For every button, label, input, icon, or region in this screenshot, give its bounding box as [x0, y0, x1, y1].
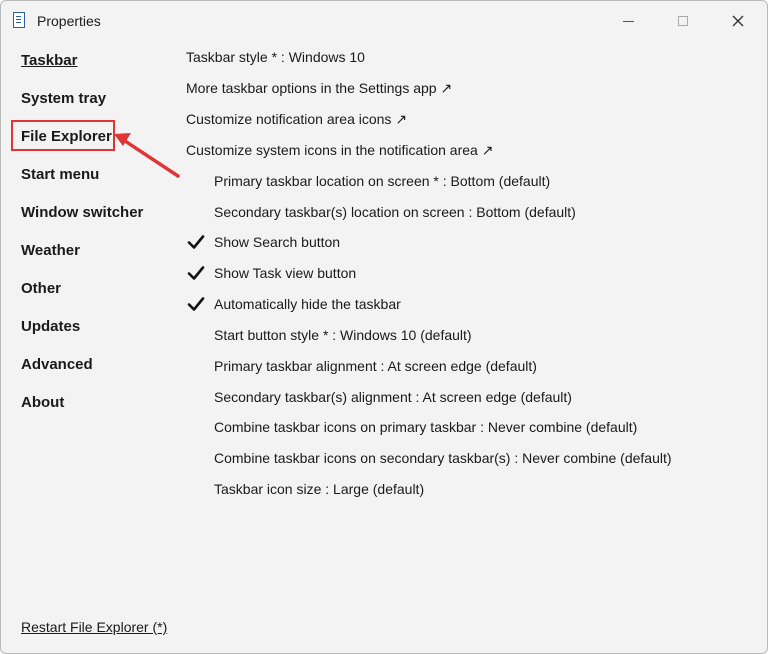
maximize-icon — [678, 16, 688, 26]
checkmark-icon — [187, 297, 205, 311]
sidebar-item-start-menu[interactable]: Start menu — [21, 166, 99, 183]
option-system-icons-link[interactable]: Customize system icons in the notificati… — [186, 142, 493, 159]
option-combine-primary[interactable]: Combine taskbar icons on primary taskbar… — [214, 419, 637, 435]
option-auto-hide[interactable]: Automatically hide the taskbar — [214, 296, 401, 312]
highlight-box — [11, 120, 115, 151]
document-icon — [13, 12, 25, 28]
properties-window: Properties Taskbar System tray File Expl… — [0, 0, 768, 654]
option-secondary-alignment[interactable]: Secondary taskbar(s) alignment : At scre… — [214, 389, 572, 405]
option-combine-secondary[interactable]: Combine taskbar icons on secondary taskb… — [214, 450, 672, 466]
restart-file-explorer-link[interactable]: Restart File Explorer (*) — [21, 619, 167, 635]
option-settings-link[interactable]: More taskbar options in the Settings app… — [186, 80, 452, 97]
close-button[interactable] — [715, 7, 761, 35]
checkmark-icon — [187, 235, 205, 249]
sidebar-item-weather[interactable]: Weather — [21, 242, 80, 259]
maximize-button[interactable] — [660, 7, 706, 35]
option-icon-size[interactable]: Taskbar icon size : Large (default) — [214, 481, 424, 497]
close-icon — [732, 15, 744, 27]
sidebar-item-updates[interactable]: Updates — [21, 318, 80, 335]
option-show-task-view[interactable]: Show Task view button — [214, 265, 356, 281]
option-notification-icons-link[interactable]: Customize notification area icons ↗ — [186, 111, 407, 128]
sidebar-item-advanced[interactable]: Advanced — [21, 356, 93, 373]
option-primary-location[interactable]: Primary taskbar location on screen * : B… — [214, 173, 550, 189]
sidebar-item-taskbar[interactable]: Taskbar — [21, 52, 77, 69]
option-start-button-style[interactable]: Start button style * : Windows 10 (defau… — [214, 327, 472, 343]
option-taskbar-style[interactable]: Taskbar style * : Windows 10 — [186, 49, 365, 65]
sidebar-item-other[interactable]: Other — [21, 280, 61, 297]
sidebar-item-about[interactable]: About — [21, 394, 64, 411]
option-show-search[interactable]: Show Search button — [214, 234, 340, 250]
sidebar-item-system-tray[interactable]: System tray — [21, 90, 106, 107]
option-primary-alignment[interactable]: Primary taskbar alignment : At screen ed… — [214, 358, 537, 374]
minimize-button[interactable] — [605, 7, 651, 35]
option-secondary-location[interactable]: Secondary taskbar(s) location on screen … — [214, 204, 576, 220]
minimize-icon — [622, 20, 634, 22]
annotation-arrow — [114, 133, 180, 178]
window-title: Properties — [37, 13, 101, 29]
sidebar-item-window-switcher[interactable]: Window switcher — [21, 204, 143, 221]
checkmark-icon — [187, 266, 205, 280]
title-bar[interactable]: Properties — [1, 1, 767, 41]
